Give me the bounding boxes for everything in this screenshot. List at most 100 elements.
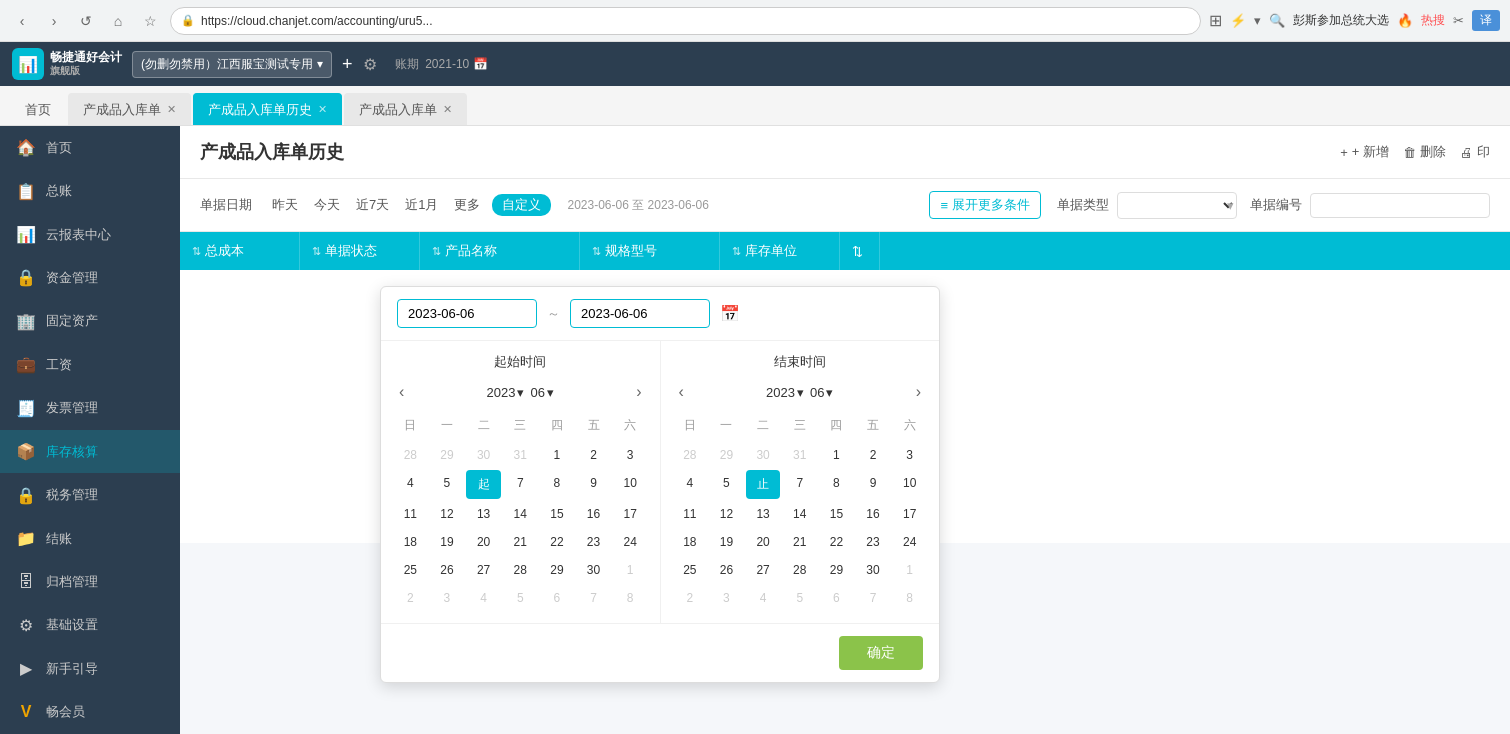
start-day[interactable]: 28 — [503, 557, 538, 583]
start-day[interactable]: 15 — [540, 501, 575, 527]
tab-product-inbound-history[interactable]: 产成品入库单历史 ✕ — [193, 93, 342, 125]
yesterday-btn[interactable]: 昨天 — [268, 194, 302, 216]
start-day[interactable]: 28 — [393, 442, 428, 468]
tab-close-2[interactable]: ✕ — [318, 103, 327, 116]
sidebar-item-closing[interactable]: 📁 结账 — [0, 517, 180, 560]
end-day[interactable]: 25 — [673, 557, 708, 583]
th-doc-status[interactable]: ⇅ 单据状态 — [300, 232, 420, 270]
end-day[interactable]: 28 — [673, 442, 708, 468]
end-day[interactable]: 20 — [746, 529, 781, 555]
start-day[interactable]: 9 — [576, 470, 611, 499]
start-year-select[interactable]: 2023▾ — [487, 385, 525, 400]
end-day[interactable]: 1 — [892, 557, 927, 583]
company-selector[interactable]: (勿删勿禁用）江西服宝测试专用 ▾ — [132, 51, 332, 78]
sidebar-item-fund-mgmt[interactable]: 🔒 资金管理 — [0, 256, 180, 299]
start-day[interactable]: 3 — [613, 442, 648, 468]
sidebar-item-home[interactable]: 🏠 首页 — [0, 126, 180, 169]
start-prev-btn[interactable]: ‹ — [393, 381, 410, 403]
end-day[interactable]: 7 — [856, 585, 891, 611]
end-day[interactable]: 7 — [782, 470, 817, 499]
type-select[interactable] — [1117, 192, 1237, 219]
start-day[interactable]: 29 — [540, 557, 575, 583]
start-day[interactable]: 12 — [430, 501, 465, 527]
tab-close-3[interactable]: ✕ — [443, 103, 452, 116]
end-day[interactable]: 12 — [709, 501, 744, 527]
end-day[interactable]: 5 — [709, 470, 744, 499]
end-day[interactable]: 31 — [782, 442, 817, 468]
th-total-cost[interactable]: ⇅ 总成本 — [180, 232, 300, 270]
sidebar-item-payroll[interactable]: 💼 工资 — [0, 343, 180, 386]
calendar-icon[interactable]: 📅 — [720, 304, 740, 323]
start-day[interactable]: 30 — [576, 557, 611, 583]
end-day[interactable]: 3 — [709, 585, 744, 611]
today-btn[interactable]: 今天 — [310, 194, 344, 216]
date-start-input[interactable] — [397, 299, 537, 328]
end-day[interactable]: 6 — [819, 585, 854, 611]
sidebar-item-tax[interactable]: 🔒 税务管理 — [0, 473, 180, 516]
end-day[interactable]: 17 — [892, 501, 927, 527]
start-day[interactable]: 26 — [430, 557, 465, 583]
tab-close-1[interactable]: ✕ — [167, 103, 176, 116]
star-button[interactable]: ☆ — [138, 9, 162, 33]
end-day[interactable]: 23 — [856, 529, 891, 555]
start-day[interactable]: 5 — [430, 470, 465, 499]
start-day[interactable]: 31 — [503, 442, 538, 468]
start-day[interactable]: 23 — [576, 529, 611, 555]
sidebar-item-report-center[interactable]: 📊 云报表中心 — [0, 213, 180, 256]
sidebar-item-archive[interactable]: 🗄 归档管理 — [0, 560, 180, 603]
start-day[interactable]: 3 — [430, 585, 465, 611]
print-button[interactable]: 🖨 印 — [1460, 143, 1490, 161]
more-btn[interactable]: 更多 — [450, 194, 484, 216]
start-day[interactable]: 4 — [466, 585, 501, 611]
start-day[interactable]: 7 — [576, 585, 611, 611]
end-day[interactable]: 30 — [746, 442, 781, 468]
sidebar-item-general-ledger[interactable]: 📋 总账 — [0, 169, 180, 212]
refresh-button[interactable]: ↺ — [74, 9, 98, 33]
tab-product-inbound-new[interactable]: 产成品入库单 ✕ — [344, 93, 467, 125]
delete-button[interactable]: 🗑 删除 — [1403, 143, 1446, 161]
last1month-btn[interactable]: 近1月 — [401, 194, 442, 216]
sidebar-item-vip[interactable]: V 畅会员 — [0, 690, 180, 733]
confirm-button[interactable]: 确定 — [839, 636, 923, 670]
end-day[interactable]: 4 — [746, 585, 781, 611]
home-button[interactable]: ⌂ — [106, 9, 130, 33]
end-day[interactable]: 4 — [673, 470, 708, 499]
th-inventory-unit[interactable]: ⇅ 库存单位 — [720, 232, 840, 270]
sidebar-item-fixed-assets[interactable]: 🏢 固定资产 — [0, 300, 180, 343]
docno-input[interactable] — [1310, 193, 1490, 218]
end-next-btn[interactable]: › — [910, 381, 927, 403]
expand-more-btn[interactable]: ≡ 展开更多条件 — [929, 191, 1041, 219]
start-day[interactable]: 6 — [540, 585, 575, 611]
start-day[interactable]: 1 — [540, 442, 575, 468]
start-day[interactable]: 30 — [466, 442, 501, 468]
end-day[interactable]: 3 — [892, 442, 927, 468]
end-day[interactable]: 14 — [782, 501, 817, 527]
settings-icon[interactable]: ⚙ — [363, 55, 377, 74]
end-day[interactable]: 29 — [709, 442, 744, 468]
start-day[interactable]: 22 — [540, 529, 575, 555]
start-month-select[interactable]: 06▾ — [530, 385, 553, 400]
start-day[interactable]: 25 — [393, 557, 428, 583]
tab-home[interactable]: 首页 — [10, 93, 66, 125]
start-day[interactable]: 21 — [503, 529, 538, 555]
add-button[interactable]: + + 新增 — [1340, 143, 1389, 161]
start-day[interactable]: 4 — [393, 470, 428, 499]
end-day[interactable]: 22 — [819, 529, 854, 555]
translate-btn[interactable]: 译 — [1472, 10, 1500, 31]
end-day[interactable]: 1 — [819, 442, 854, 468]
url-bar[interactable]: 🔒 https://cloud.chanjet.com/accounting/u… — [170, 7, 1201, 35]
back-button[interactable]: ‹ — [10, 9, 34, 33]
add-tab-icon[interactable]: + — [342, 54, 353, 75]
last7-btn[interactable]: 近7天 — [352, 194, 393, 216]
start-day[interactable]: 20 — [466, 529, 501, 555]
start-day[interactable]: 16 — [576, 501, 611, 527]
sidebar-item-basic-settings[interactable]: ⚙ 基础设置 — [0, 604, 180, 647]
start-day[interactable]: 19 — [430, 529, 465, 555]
tab-product-inbound-list[interactable]: 产成品入库单 ✕ — [68, 93, 191, 125]
end-day[interactable]: 11 — [673, 501, 708, 527]
end-day[interactable]: 2 — [856, 442, 891, 468]
end-day-selected[interactable]: 止 — [746, 470, 781, 499]
end-day[interactable]: 28 — [782, 557, 817, 583]
end-day[interactable]: 2 — [673, 585, 708, 611]
end-day[interactable]: 16 — [856, 501, 891, 527]
